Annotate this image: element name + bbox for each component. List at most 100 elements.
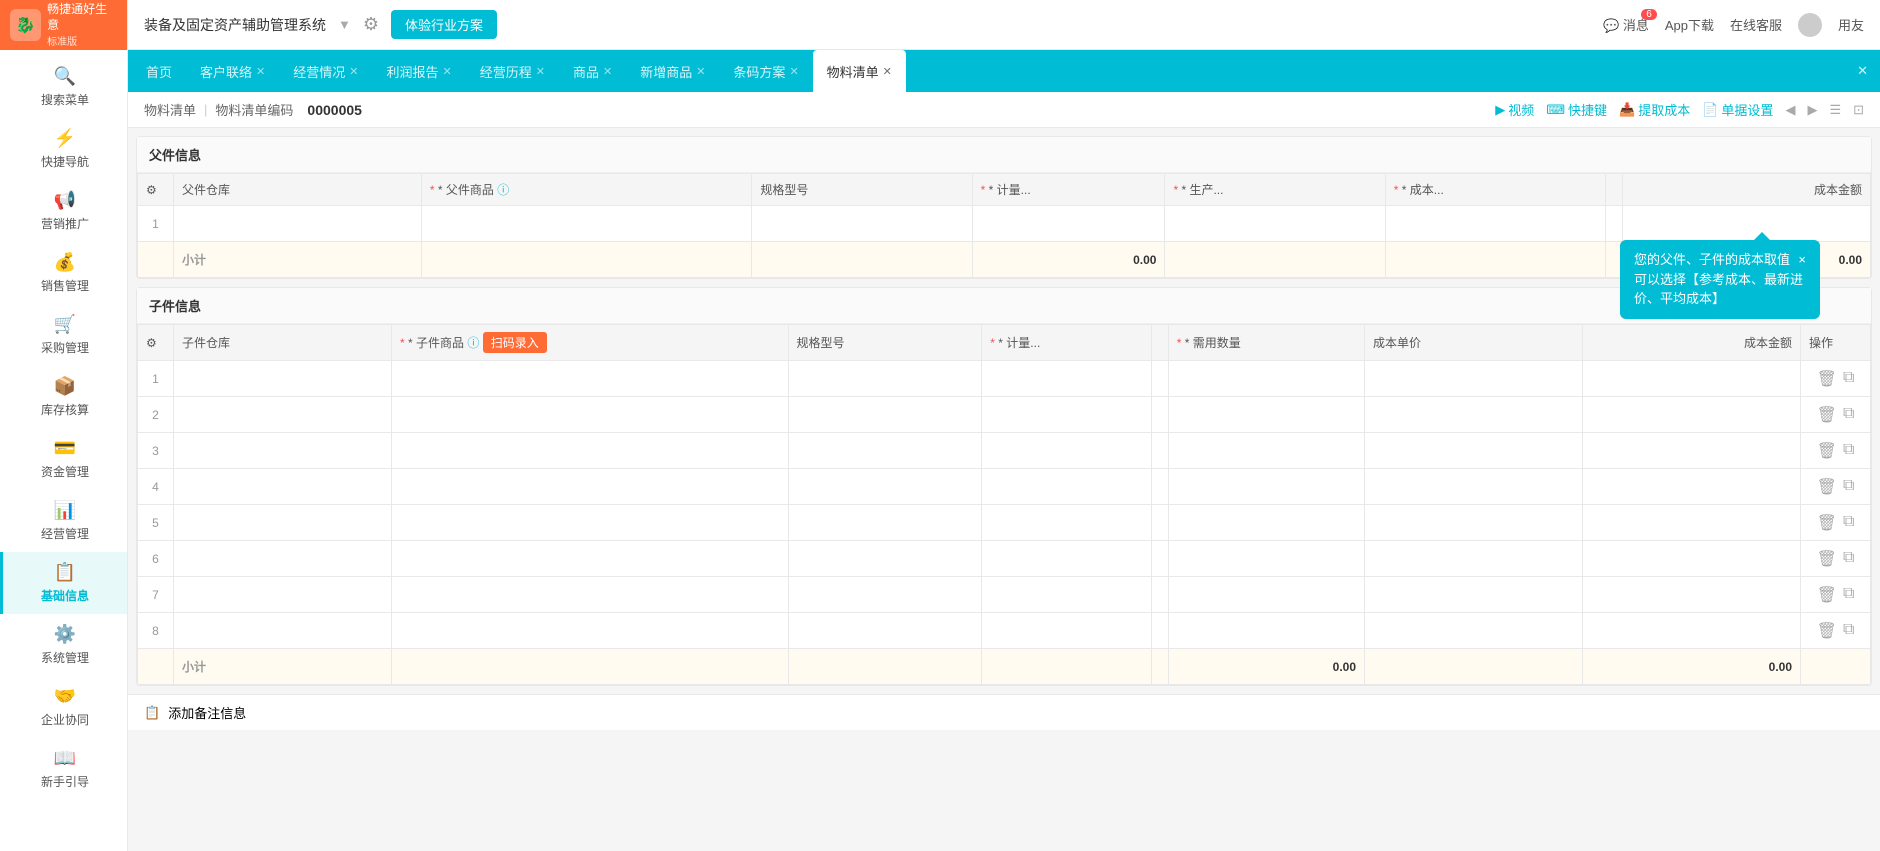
child-price-cell[interactable] [1365, 361, 1583, 397]
child-spec-cell[interactable] [788, 505, 982, 541]
child-spec-cell[interactable] [788, 361, 982, 397]
delete-icon[interactable]: 🗑 [1817, 585, 1837, 605]
child-warehouse-cell[interactable] [174, 577, 392, 613]
note-label[interactable]: 添加备注信息 [168, 703, 246, 722]
close-icon[interactable]: ✕ [443, 65, 452, 78]
child-unit-cell[interactable] [982, 541, 1152, 577]
sidebar-item-basic[interactable]: 📋 基础信息 [0, 552, 127, 614]
sidebar-item-purchase[interactable]: 🛒 采购管理 [0, 304, 127, 366]
copy-icon[interactable]: ⧉ [1843, 621, 1854, 641]
child-amount-cell[interactable] [1582, 577, 1800, 613]
copy-icon[interactable]: ⧉ [1843, 369, 1854, 389]
shortcut-btn[interactable]: ⌨ 快捷键 [1546, 100, 1607, 119]
child-product-cell[interactable] [391, 361, 788, 397]
sidebar-item-search[interactable]: 🔍 搜索菜单 [0, 56, 127, 118]
child-warehouse-cell[interactable] [174, 613, 392, 649]
sidebar-item-finance[interactable]: 💳 资金管理 [0, 428, 127, 490]
child-price-cell[interactable] [1365, 397, 1583, 433]
child-price-cell[interactable] [1365, 469, 1583, 505]
delete-icon[interactable]: 🗑 [1817, 549, 1837, 569]
close-icon[interactable]: ✕ [349, 65, 358, 78]
child-product-cell[interactable] [391, 505, 788, 541]
child-unit-cell[interactable] [982, 397, 1152, 433]
child-product-cell[interactable] [391, 613, 788, 649]
sidebar-item-marketing[interactable]: 📢 营销推广 [0, 180, 127, 242]
child-qty-cell[interactable] [1168, 505, 1364, 541]
child-unit-cell[interactable] [982, 433, 1152, 469]
dropdown-arrow-icon[interactable]: ▼ [338, 17, 351, 32]
child-qty-cell[interactable] [1168, 361, 1364, 397]
child-price-cell[interactable] [1365, 613, 1583, 649]
child-qty-cell[interactable] [1168, 397, 1364, 433]
tab-operations-status[interactable]: 经营情况 ✕ [279, 50, 372, 92]
sidebar-item-operations[interactable]: 📊 经营管理 [0, 490, 127, 552]
parent-warehouse-cell[interactable] [174, 206, 422, 242]
child-amount-cell[interactable] [1582, 505, 1800, 541]
child-price-cell[interactable] [1365, 433, 1583, 469]
child-unit-cell[interactable] [982, 469, 1152, 505]
delete-icon[interactable]: 🗑 [1817, 513, 1837, 533]
scan-btn[interactable]: 扫码录入 [483, 332, 547, 353]
copy-icon[interactable]: ⧉ [1843, 441, 1854, 461]
child-warehouse-cell[interactable] [174, 505, 392, 541]
copy-icon[interactable]: ⧉ [1843, 585, 1854, 605]
video-btn[interactable]: ▶ 视频 [1495, 100, 1534, 119]
extract-cost-btn[interactable]: 📥 提取成本 [1619, 100, 1690, 119]
nav-next-btn[interactable]: ▶ [1807, 102, 1817, 118]
child-qty-cell[interactable] [1168, 433, 1364, 469]
delete-icon[interactable]: 🗑 [1817, 405, 1837, 425]
grid-view-btn[interactable]: ☰ [1829, 102, 1841, 118]
child-product-cell[interactable] [391, 469, 788, 505]
child-amount-cell[interactable] [1582, 397, 1800, 433]
sidebar-item-enterprise[interactable]: 🤝 企业协同 [0, 676, 127, 738]
parent-amount-cell[interactable] [1623, 206, 1871, 242]
child-product-cell[interactable] [391, 397, 788, 433]
close-icon[interactable]: ✕ [603, 65, 612, 78]
close-icon[interactable]: ✕ [696, 65, 705, 78]
tab-goods[interactable]: 商品 ✕ [559, 50, 626, 92]
child-qty-cell[interactable] [1168, 541, 1364, 577]
child-amount-cell[interactable] [1582, 469, 1800, 505]
tab-new-goods[interactable]: 新增商品 ✕ [626, 50, 719, 92]
sidebar-item-sales[interactable]: 💰 销售管理 [0, 242, 127, 304]
child-amount-cell[interactable] [1582, 361, 1800, 397]
child-warehouse-cell[interactable] [174, 433, 392, 469]
delete-icon[interactable]: 🗑 [1817, 621, 1837, 641]
child-product-cell[interactable] [391, 541, 788, 577]
child-amount-cell[interactable] [1582, 613, 1800, 649]
message-area[interactable]: 💬 6 消息 [1603, 15, 1649, 34]
parent-unit-cell[interactable] [972, 206, 1165, 242]
delete-icon[interactable]: 🗑 [1817, 369, 1837, 389]
copy-icon[interactable]: ⧉ [1843, 549, 1854, 569]
tab-profit[interactable]: 利润报告 ✕ [372, 50, 465, 92]
tab-history[interactable]: 经营历程 ✕ [466, 50, 559, 92]
nav-prev-btn[interactable]: ◀ [1785, 102, 1795, 118]
parent-cost-cell[interactable] [1385, 206, 1605, 242]
child-product-cell[interactable] [391, 577, 788, 613]
close-icon[interactable]: ✕ [536, 65, 545, 78]
tooltip-close-btn[interactable]: × [1798, 250, 1806, 270]
online-service-btn[interactable]: 在线客服 [1730, 15, 1782, 34]
sidebar-item-quicknav[interactable]: ⚡ 快捷导航 [0, 118, 127, 180]
sidebar-item-guide[interactable]: 📖 新手引导 [0, 738, 127, 800]
child-spec-cell[interactable] [788, 397, 982, 433]
sidebar-item-system[interactable]: ⚙️ 系统管理 [0, 614, 127, 676]
close-icon[interactable]: ✕ [883, 65, 892, 78]
parent-product-cell[interactable] [421, 206, 751, 242]
copy-icon[interactable]: ⧉ [1843, 513, 1854, 533]
close-all-tabs-btn[interactable]: ✕ [1849, 63, 1876, 79]
tab-barcode[interactable]: 条码方案 ✕ [719, 50, 812, 92]
child-qty-cell[interactable] [1168, 577, 1364, 613]
child-warehouse-cell[interactable] [174, 469, 392, 505]
child-qty-cell[interactable] [1168, 469, 1364, 505]
delete-icon[interactable]: 🗑 [1817, 441, 1837, 461]
app-download-btn[interactable]: App下载 [1665, 15, 1714, 34]
copy-icon[interactable]: ⧉ [1843, 477, 1854, 497]
child-price-cell[interactable] [1365, 505, 1583, 541]
settings-icon[interactable]: ⚙ [363, 14, 379, 35]
parent-production-cell[interactable] [1165, 206, 1385, 242]
child-qty-cell[interactable] [1168, 613, 1364, 649]
child-unit-cell[interactable] [982, 577, 1152, 613]
delete-icon[interactable]: 🗑 [1817, 477, 1837, 497]
parent-spec-cell[interactable] [752, 206, 972, 242]
